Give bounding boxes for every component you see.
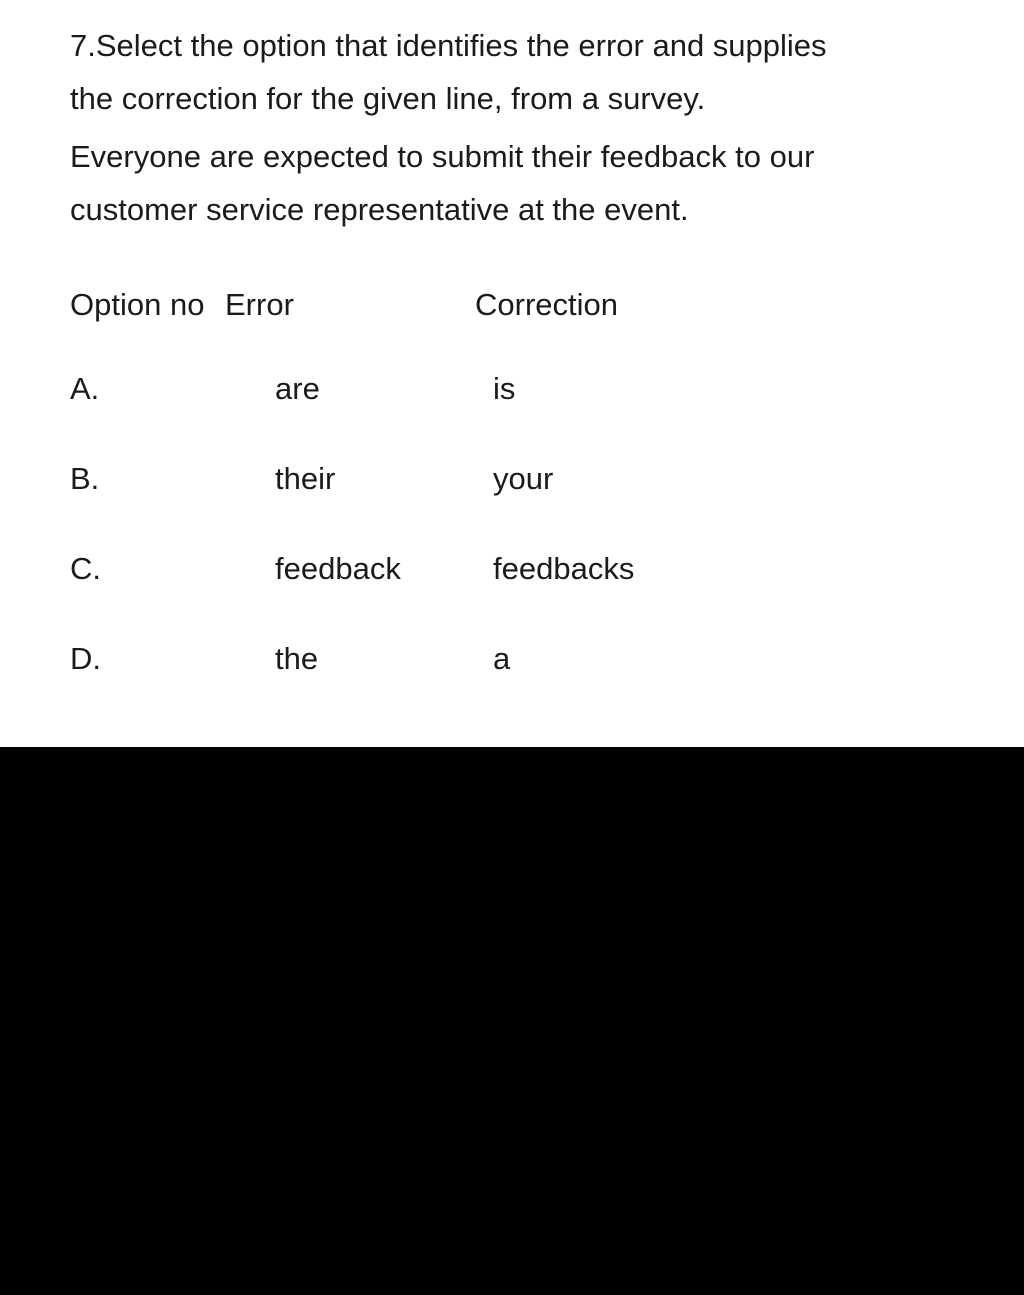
header-correction: Correction [475,287,723,371]
cell-correction: feedbacks [475,551,723,641]
cell-option: D. [70,641,225,707]
table-row: A. are is [70,371,723,461]
header-error: Error [225,287,475,371]
sentence-text-1: Everyone are expected to submit their fe… [70,139,814,174]
header-option: Option no [70,287,225,371]
cell-correction: a [475,641,723,707]
question-number: 7. [70,28,96,63]
prompt-text-2: the correction for the given line, from … [70,81,705,116]
cell-error: are [225,371,475,461]
cell-correction: your [475,461,723,551]
question-sentence: Everyone are expected to submit their fe… [70,131,954,236]
question-page: 7.Select the option that identifies the … [0,0,1024,747]
cell-option: A. [70,371,225,461]
prompt-text-1: Select the option that identifies the er… [96,28,827,63]
table-row: D. the a [70,641,723,707]
cell-option: B. [70,461,225,551]
options-table: Option no Error Correction A. are is B. … [70,287,723,707]
cell-error: the [225,641,475,707]
cell-error: their [225,461,475,551]
table-row: C. feedback feedbacks [70,551,723,641]
table-row: B. their your [70,461,723,551]
table-header-row: Option no Error Correction [70,287,723,371]
cell-correction: is [475,371,723,461]
sentence-text-2: customer service representative at the e… [70,192,689,227]
cell-error: feedback [225,551,475,641]
question-prompt: 7.Select the option that identifies the … [70,20,954,125]
cell-option: C. [70,551,225,641]
